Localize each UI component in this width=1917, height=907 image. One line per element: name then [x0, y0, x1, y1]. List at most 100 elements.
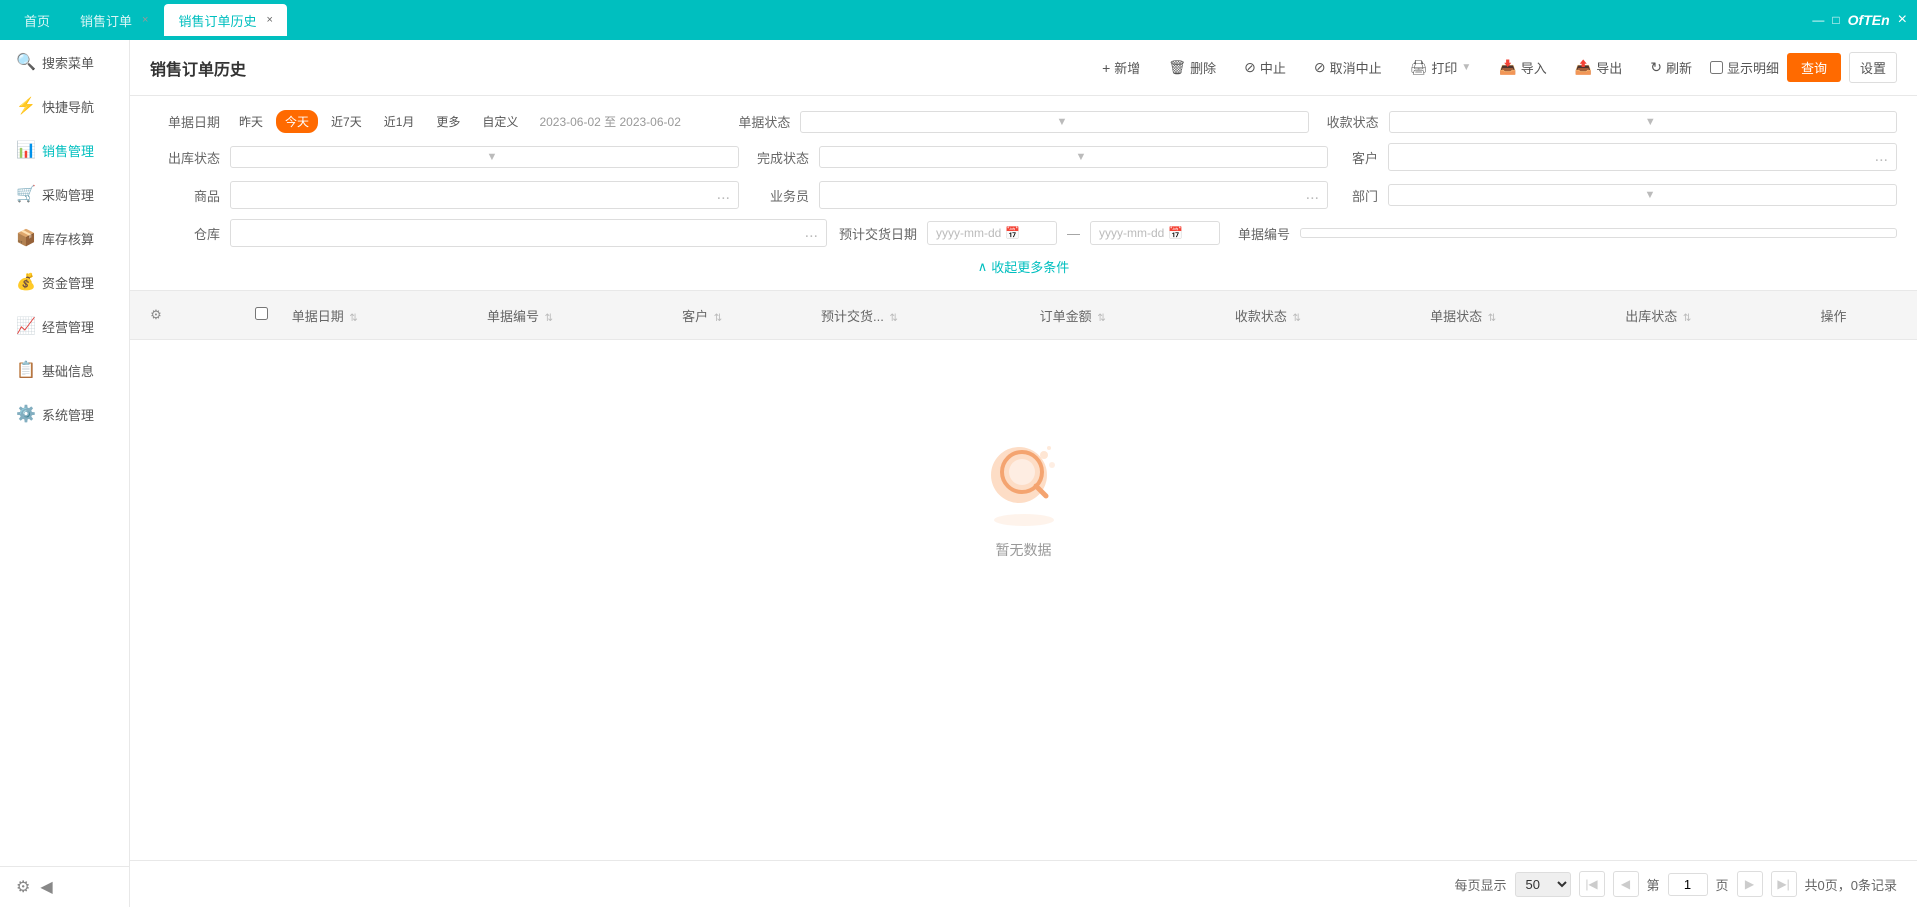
- finance-icon: 💰: [16, 272, 34, 292]
- col-delivery-sort: ⇅: [1683, 313, 1691, 324]
- last30-btn[interactable]: 近1月: [375, 110, 424, 133]
- stop-button[interactable]: ⊘ 中止: [1234, 53, 1296, 82]
- date-from-input[interactable]: yyyy-mm-dd 📅: [927, 221, 1057, 245]
- col-order-sort: ⇅: [1488, 313, 1496, 324]
- import-button[interactable]: 📥 导入: [1489, 53, 1556, 82]
- per-page-select[interactable]: 50 10 20 100: [1515, 872, 1571, 897]
- date-to-input[interactable]: yyyy-mm-dd 📅: [1090, 221, 1220, 245]
- col-customer[interactable]: 客户 ⇅: [670, 291, 809, 340]
- prev-page-btn[interactable]: ◀: [1613, 871, 1639, 897]
- col-no[interactable]: 单据编号 ⇅: [475, 291, 670, 340]
- tab-sales-order-history-label: 销售订单历史: [178, 11, 256, 30]
- inventory-icon: 📦: [16, 228, 34, 248]
- topbar-close-btn[interactable]: —: [1812, 13, 1824, 27]
- filter-row-4: 仓库 ... 预计交货日期 yyyy-mm-dd 📅 — yyyy-mm-dd …: [150, 219, 1897, 247]
- print-button[interactable]: 🖨 打印 ▼: [1400, 53, 1482, 82]
- empty-state-row: 暂无数据: [130, 340, 1917, 641]
- last7-btn[interactable]: 近7天: [322, 110, 371, 133]
- department-select[interactable]: ▼: [1388, 184, 1897, 206]
- settings-button[interactable]: 设置: [1849, 52, 1897, 83]
- col-delivery-status[interactable]: 出库状态 ⇅: [1613, 291, 1808, 340]
- sidebar-label-operations: 经营管理: [42, 317, 94, 336]
- tab-sales-order-close[interactable]: ×: [142, 14, 148, 26]
- warehouse-ellipsis[interactable]: ...: [805, 224, 818, 242]
- purchase-mgmt-icon: 🛒: [16, 184, 34, 204]
- tab-sales-order-history[interactable]: 销售订单历史 ×: [164, 4, 286, 36]
- sidebar-item-finance[interactable]: 💰 资金管理: [0, 260, 129, 304]
- stop-icon: ⊘: [1244, 59, 1256, 76]
- order-status-label: 单据状态: [730, 112, 790, 131]
- col-no-label: 单据编号: [487, 309, 539, 324]
- select-all-checkbox[interactable]: [255, 307, 268, 320]
- custom-btn[interactable]: 自定义: [473, 110, 527, 133]
- department-arrow: ▼: [1645, 189, 1889, 201]
- col-amount[interactable]: 订单金额 ⇅: [1028, 291, 1223, 340]
- page-input[interactable]: [1668, 873, 1708, 896]
- payment-status-label: 收款状态: [1319, 112, 1379, 131]
- sidebar-collapse-icon[interactable]: ◀: [40, 877, 52, 897]
- collapse-button[interactable]: ∧ 收起更多条件: [150, 257, 1897, 276]
- col-amount-sort: ⇅: [1097, 313, 1105, 324]
- date-filter-control: 昨天 今天 近7天 近1月 更多 自定义 2023-06-02 至 2023-0…: [230, 110, 720, 133]
- date-separator: —: [1067, 226, 1080, 241]
- salesperson-ellipsis[interactable]: ...: [1306, 186, 1319, 204]
- calendar-from-icon[interactable]: 📅: [1005, 226, 1020, 240]
- column-settings-btn[interactable]: ⚙: [142, 301, 170, 329]
- salesperson-label: 业务员: [749, 186, 809, 205]
- new-button[interactable]: + 新增: [1092, 53, 1150, 82]
- sidebar-item-purchase-mgmt[interactable]: 🛒 采购管理: [0, 172, 129, 216]
- completion-status-arrow: ▼: [1076, 151, 1320, 163]
- tab-home[interactable]: 首页: [10, 4, 64, 36]
- completion-status-label: 完成状态: [749, 148, 809, 167]
- col-expected-date[interactable]: 预计交货... ⇅: [809, 291, 1028, 340]
- sidebar-item-sales-mgmt[interactable]: 📊 销售管理: [0, 128, 129, 172]
- next-page-btn[interactable]: ▶: [1737, 871, 1763, 897]
- topbar-exit-btn[interactable]: ×: [1898, 11, 1907, 29]
- completion-status-select[interactable]: ▼: [819, 146, 1328, 168]
- tab-sales-order-history-close[interactable]: ×: [266, 14, 272, 26]
- calendar-to-icon[interactable]: 📅: [1168, 226, 1183, 240]
- more-btn[interactable]: 更多: [427, 110, 469, 133]
- yesterday-btn[interactable]: 昨天: [230, 110, 272, 133]
- query-button[interactable]: 查询: [1787, 53, 1841, 82]
- today-btn[interactable]: 今天: [276, 110, 318, 133]
- order-status-select[interactable]: ▼: [800, 111, 1308, 133]
- customer-label: 客户: [1338, 148, 1378, 167]
- delivery-status-select[interactable]: ▼: [230, 146, 739, 168]
- export-button[interactable]: 📤 导出: [1565, 53, 1632, 82]
- table-settings-header: ⚙: [130, 291, 243, 340]
- sidebar-item-operations[interactable]: 📈 经营管理: [0, 304, 129, 348]
- display-detail-checkbox-label[interactable]: 显示明细: [1710, 58, 1779, 77]
- collapse-up-icon: ∧: [978, 259, 988, 275]
- refresh-button[interactable]: ↻ 刷新: [1640, 53, 1702, 82]
- delete-button[interactable]: 🗑 删除: [1158, 53, 1226, 82]
- first-page-btn[interactable]: |◀: [1579, 871, 1605, 897]
- col-order-status-label: 单据状态: [1430, 309, 1482, 324]
- customer-ellipsis[interactable]: ...: [1875, 148, 1888, 166]
- sidebar-settings-icon[interactable]: ⚙: [16, 877, 30, 897]
- sidebar-item-system-mgmt[interactable]: ⚙️ 系统管理: [0, 392, 129, 436]
- col-payment-status[interactable]: 收款状态 ⇅: [1223, 291, 1418, 340]
- topbar-min-btn[interactable]: □: [1832, 13, 1839, 27]
- customer-input-area[interactable]: ...: [1388, 143, 1897, 171]
- salesperson-input-area[interactable]: ...: [819, 181, 1328, 209]
- warehouse-input-area[interactable]: ...: [230, 219, 827, 247]
- payment-status-select[interactable]: ▼: [1389, 111, 1897, 133]
- goods-input-area[interactable]: ...: [230, 181, 739, 209]
- goods-ellipsis[interactable]: ...: [717, 186, 730, 204]
- sidebar-item-quick-nav[interactable]: ⚡ 快捷导航: [0, 84, 129, 128]
- sidebar-item-basic-info[interactable]: 📋 基础信息: [0, 348, 129, 392]
- col-date[interactable]: 单据日期 ⇅: [280, 291, 475, 340]
- order-no-input[interactable]: [1300, 228, 1897, 238]
- display-detail-checkbox[interactable]: [1710, 61, 1723, 74]
- sidebar-item-search-menu[interactable]: 🔍 搜索菜单: [0, 40, 129, 84]
- export-icon: 📤: [1575, 59, 1592, 76]
- sidebar-item-inventory[interactable]: 📦 库存核算: [0, 216, 129, 260]
- page-title: 销售订单历史: [150, 56, 246, 80]
- cancel-stop-button[interactable]: ⊘ 取消中止: [1304, 53, 1392, 82]
- col-order-status[interactable]: 单据状态 ⇅: [1418, 291, 1613, 340]
- col-action-label: 操作: [1820, 309, 1846, 324]
- tab-sales-order[interactable]: 销售订单 ×: [66, 4, 162, 36]
- last-page-btn[interactable]: ▶|: [1771, 871, 1797, 897]
- col-no-sort: ⇅: [545, 313, 553, 324]
